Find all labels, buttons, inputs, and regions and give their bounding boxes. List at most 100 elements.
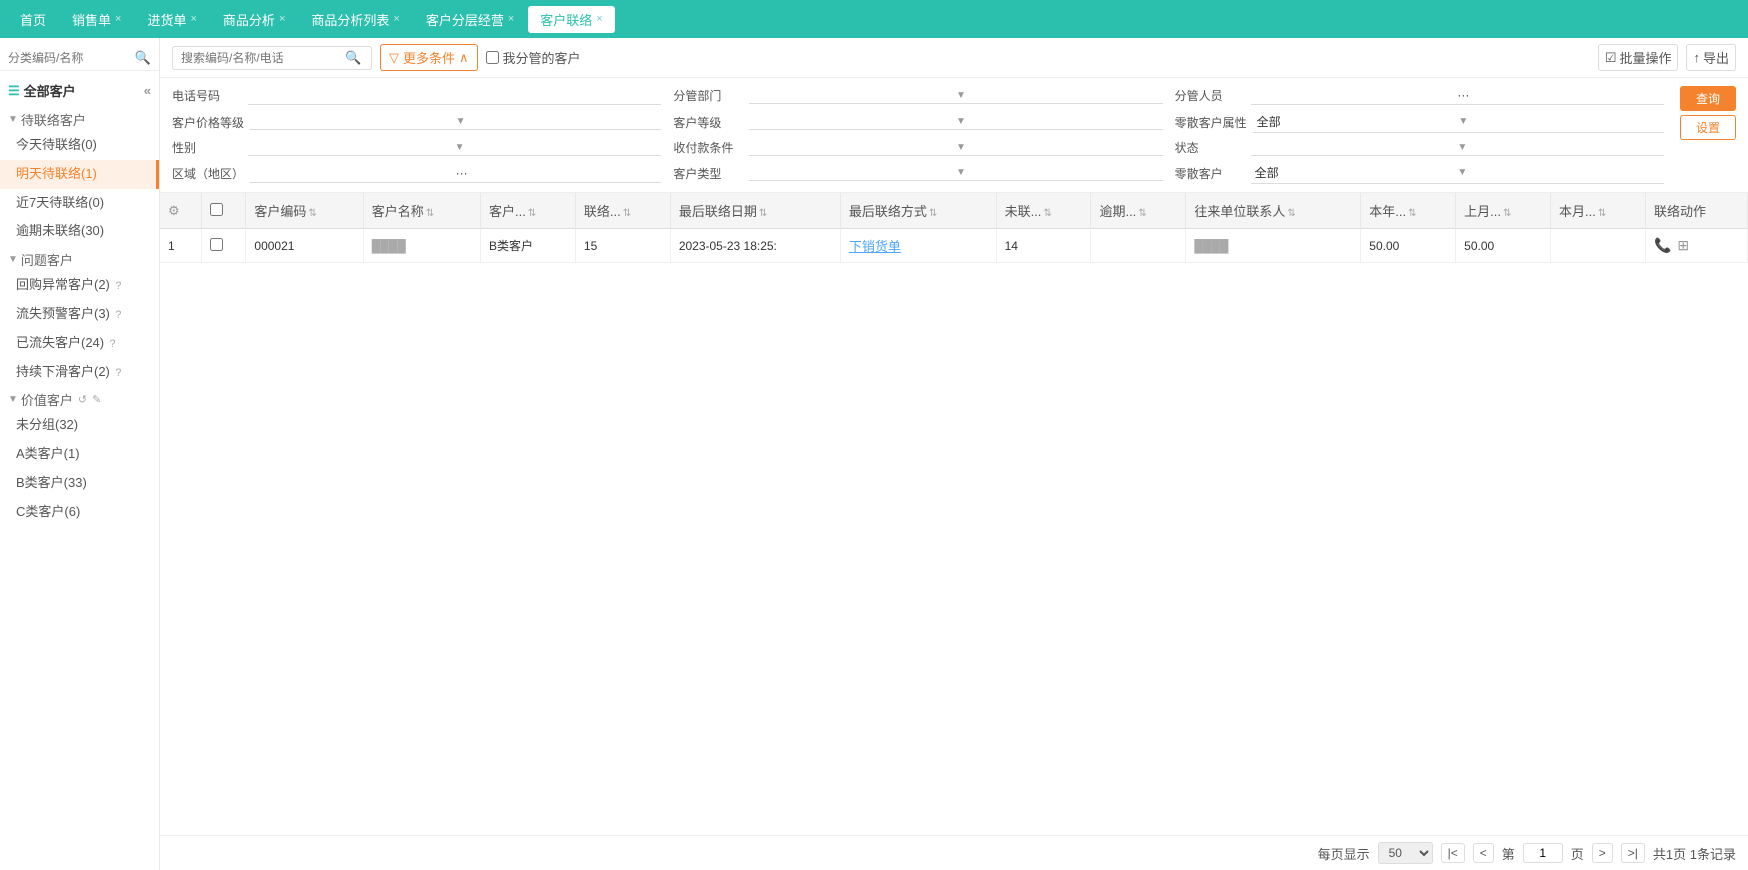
nav-sales[interactable]: 销售单 × xyxy=(60,6,133,33)
nav-purchase[interactable]: 进货单 × xyxy=(135,6,208,33)
bulk-operation-button[interactable]: ☑ 批量操作 xyxy=(1598,44,1679,71)
per-page-select[interactable]: 50 100 200 xyxy=(1378,842,1433,864)
sidebar-item-churned[interactable]: 已流失客户(24) ? xyxy=(0,329,159,358)
col-code[interactable]: 客户编码⇅ xyxy=(246,193,363,229)
next-page-button[interactable]: > xyxy=(1592,843,1613,863)
sidebar-item-repurchase[interactable]: 回购异常客户(2) ? xyxy=(0,271,159,300)
close-sales-icon[interactable]: × xyxy=(115,13,121,25)
sidebar-item-class-a[interactable]: A类客户(1) xyxy=(0,440,159,469)
sidebar-item-tomorrow[interactable]: 明天待联络(1) xyxy=(0,160,159,189)
phone-action-icon[interactable]: 📞 xyxy=(1654,237,1671,254)
col-checkbox[interactable] xyxy=(202,193,246,229)
sidebar-item-class-c[interactable]: C类客户(6) xyxy=(0,498,159,527)
sidebar-item-churn-warning[interactable]: 流失预警客户(3) ? xyxy=(0,300,159,329)
table-header-row: ⚙ 客户编码⇅ 客户名称⇅ 客户...⇅ 联络...⇅ 最后联络日期⇅ 最后联络… xyxy=(160,193,1748,229)
sidebar-search-box[interactable]: 🔍 xyxy=(0,46,159,71)
dept-select[interactable]: ▼ xyxy=(749,88,1162,104)
sidebar-item-class-b[interactable]: B类客户(33) xyxy=(0,469,159,498)
my-customers-checkbox-label[interactable]: 我分管的客户 xyxy=(486,48,581,67)
customer-grade-select[interactable]: ▼ xyxy=(749,114,1162,130)
region-dots-icon[interactable]: ··· xyxy=(456,166,658,180)
toolbar-right: ☑ 批量操作 ↑ 导出 xyxy=(1598,44,1736,71)
col-gear[interactable]: ⚙ xyxy=(160,193,202,229)
query-button[interactable]: 查询 xyxy=(1680,86,1736,111)
manager-select[interactable]: ··· xyxy=(1251,86,1664,105)
payment-select[interactable]: ▼ xyxy=(749,140,1162,156)
nav-customer-tier[interactable]: 客户分层经营 × xyxy=(414,6,526,33)
gear-icon[interactable]: ⚙ xyxy=(168,203,180,218)
status-select[interactable]: ▼ xyxy=(1251,140,1664,156)
col-uncontacted[interactable]: 未联...⇅ xyxy=(996,193,1091,229)
all-customers-title[interactable]: ☰ 全部客户 « xyxy=(0,75,159,106)
main-search-input[interactable] xyxy=(181,51,341,65)
filter-row-1: 电话号码 分管部门 ▼ 分管人员 xyxy=(172,86,1664,105)
sidebar-item-7days[interactable]: 近7天待联络(0) xyxy=(0,189,159,218)
row-checkbox[interactable] xyxy=(210,238,223,251)
sidebar-item-ungroup[interactable]: 未分组(32) xyxy=(0,411,159,440)
first-page-button[interactable]: |< xyxy=(1441,843,1465,863)
nav-customer-contact[interactable]: 客户联络 × xyxy=(528,6,614,33)
cell-checkbox[interactable] xyxy=(202,229,246,263)
sidebar-item-overdue[interactable]: 逾期未联络(30) xyxy=(0,217,159,246)
col-this-month[interactable]: 本月...⇅ xyxy=(1551,193,1646,229)
region-select[interactable]: ··· xyxy=(250,164,661,183)
main-search-box[interactable]: 🔍 xyxy=(172,46,372,70)
retail-customer-field: 零散客户 全部 ▼ xyxy=(1175,162,1664,184)
phone-field: 电话号码 xyxy=(172,86,661,105)
pagination-bar: 每页显示 50 100 200 |< < 第 页 > >| 共1页 1条记录 xyxy=(160,835,1748,870)
close-purchase-icon[interactable]: × xyxy=(190,13,196,25)
select-all-checkbox[interactable] xyxy=(210,203,223,216)
my-customers-checkbox[interactable] xyxy=(486,51,499,64)
export-button[interactable]: ↑ 导出 xyxy=(1686,44,1736,71)
col-last-date[interactable]: 最后联络日期⇅ xyxy=(670,193,840,229)
sort-contact-icon: ⇅ xyxy=(623,208,631,219)
col-last-month[interactable]: 上月...⇅ xyxy=(1456,193,1551,229)
manager-dots-icon[interactable]: ··· xyxy=(1457,88,1660,102)
col-last-method[interactable]: 最后联络方式⇅ xyxy=(840,193,996,229)
page-number-input[interactable] xyxy=(1523,843,1563,863)
filter-row-2: 客户价格等级 ▼ 客户等级 ▼ xyxy=(172,111,1664,133)
sidebar-item-today[interactable]: 今天待联络(0) xyxy=(0,131,159,160)
col-unit-contact[interactable]: 往来单位联系人⇅ xyxy=(1186,193,1361,229)
cell-last-method[interactable]: 下销货单 xyxy=(840,229,996,263)
col-overdue[interactable]: 逾期...⇅ xyxy=(1091,193,1186,229)
col-this-year[interactable]: 本年...⇅ xyxy=(1361,193,1456,229)
gender-select[interactable]: ▼ xyxy=(248,140,661,156)
checkbox-icon: ☑ xyxy=(1605,50,1617,66)
customer-type-select[interactable]: ▼ xyxy=(749,165,1162,181)
problem-customers-group[interactable]: ▼ 问题客户 xyxy=(0,246,159,271)
search-icon[interactable]: 🔍 xyxy=(135,50,151,66)
col-contact[interactable]: 联络...⇅ xyxy=(575,193,670,229)
price-grade-select[interactable]: ▼ xyxy=(250,114,661,130)
pending-contact-group[interactable]: ▼ 待联络客户 xyxy=(0,106,159,131)
contact-method-link[interactable]: 下销货单 xyxy=(849,239,901,254)
phone-input[interactable] xyxy=(248,86,661,105)
retail-attr-select[interactable]: 全部 ▼ xyxy=(1253,111,1664,133)
customer-table: ⚙ 客户编码⇅ 客户名称⇅ 客户...⇅ 联络...⇅ 最后联络日期⇅ 最后联络… xyxy=(160,193,1748,263)
last-page-button[interactable]: >| xyxy=(1621,843,1645,863)
settings-button[interactable]: 设置 xyxy=(1680,115,1736,140)
sidebar-search-input[interactable] xyxy=(8,51,135,65)
total-records-label: 共1页 1条记录 xyxy=(1653,844,1736,863)
search-icon2[interactable]: 🔍 xyxy=(345,50,361,66)
retail-customer-select[interactable]: 全部 ▼ xyxy=(1251,162,1664,184)
close-analysis-icon[interactable]: × xyxy=(279,13,285,25)
grid-action-icon[interactable]: ⊞ xyxy=(1677,237,1689,254)
prev-page-button[interactable]: < xyxy=(1473,843,1494,863)
nav-analysis-list[interactable]: 商品分析列表 × xyxy=(299,6,411,33)
close-tier-icon[interactable]: × xyxy=(508,13,514,25)
sidebar-item-declining[interactable]: 持续下滑客户(2) ? xyxy=(0,358,159,387)
triangle-down-icon2: ▼ xyxy=(8,254,18,265)
filter-panel: 电话号码 分管部门 ▼ 分管人员 xyxy=(160,78,1748,193)
value-customers-group[interactable]: ▼ 价值客户 ↺ ✎ xyxy=(0,386,159,411)
sort-date-icon: ⇅ xyxy=(759,208,767,219)
close-contact-icon[interactable]: × xyxy=(596,13,602,25)
table-body: 1 000021 ████ B类客户 15 2023-05-23 18:25: … xyxy=(160,229,1748,263)
col-name[interactable]: 客户名称⇅ xyxy=(363,193,480,229)
close-analysis-list-icon[interactable]: × xyxy=(393,13,399,25)
nav-analysis[interactable]: 商品分析 × xyxy=(211,6,297,33)
col-type[interactable]: 客户...⇅ xyxy=(481,193,576,229)
collapse-icon[interactable]: « xyxy=(144,83,151,98)
nav-home[interactable]: 首页 xyxy=(8,6,58,33)
filter-more-button[interactable]: ▽ 更多条件 ∧ xyxy=(380,44,478,71)
